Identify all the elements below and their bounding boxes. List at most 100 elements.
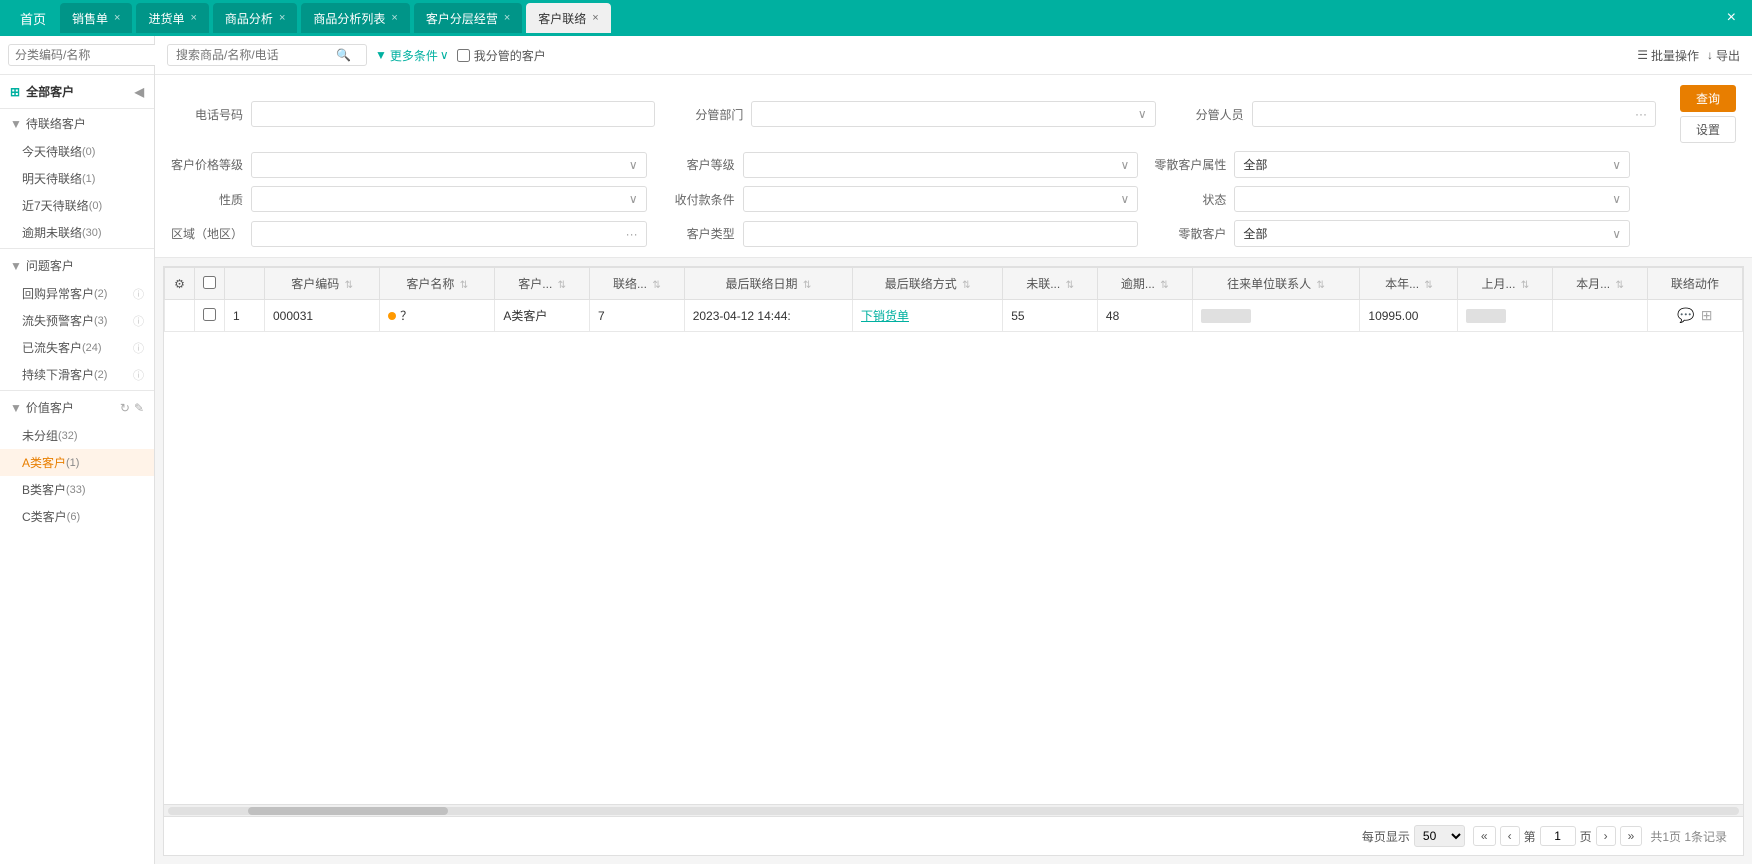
sidebar-item-repurchase-abnormal[interactable]: 回购异常客户 (2) ⓘ (0, 280, 154, 307)
last-page-button[interactable]: » (1620, 826, 1643, 846)
page-navigation: « ‹ 第 页 › » (1473, 826, 1642, 846)
row-checkbox-cell[interactable] (195, 300, 225, 332)
close-purchase-tab-icon[interactable]: × (190, 12, 196, 24)
scrollbar-thumb[interactable] (248, 807, 448, 815)
sidebar-item-churn-warning[interactable]: 流失预警客户 (3) ⓘ (0, 307, 154, 334)
column-this-month-header[interactable]: 本月... ⇅ (1553, 268, 1648, 300)
first-page-button[interactable]: « (1473, 826, 1496, 846)
export-icon: ↓ (1707, 48, 1713, 62)
sidebar-item-class-a[interactable]: A类客户 (1) (0, 449, 154, 476)
sidebar-item-7days[interactable]: 近7天待联络 (0) (0, 192, 154, 219)
close-sales-tab-icon[interactable]: × (114, 12, 120, 24)
nav-tab-sales[interactable]: 销售单 × (60, 3, 132, 33)
my-customer-checkbox[interactable] (457, 49, 470, 62)
batch-operation-button[interactable]: ☰ 批量操作 (1637, 47, 1699, 64)
price-level-input[interactable]: ∨ (251, 152, 647, 178)
nav-tab-customer-contact[interactable]: 客户联络 × (526, 3, 610, 33)
phone-input[interactable] (251, 101, 655, 127)
scrollbar-track[interactable] (168, 807, 1739, 815)
column-last-month-header[interactable]: 上月... ⇅ (1458, 268, 1553, 300)
retail-customer-input[interactable]: 全部∨ (1234, 220, 1630, 247)
main-search-box[interactable]: 🔍 (167, 44, 367, 66)
close-segmentation-tab-icon[interactable]: × (504, 12, 510, 24)
dept-input[interactable]: ∨ (751, 101, 1155, 127)
sidebar-item-tomorrow[interactable]: 明天待联络 (1) (0, 165, 154, 192)
payment-input[interactable]: ∨ (743, 186, 1139, 212)
retail-attr-input[interactable]: 全部∨ (1234, 151, 1630, 178)
manager-filter-field: 分管人员 ··· (1172, 101, 1656, 127)
row-checkbox[interactable] (203, 308, 216, 321)
horizontal-scrollbar[interactable] (164, 804, 1743, 816)
column-last-date-header[interactable]: 最后联络日期 ⇅ (684, 268, 852, 300)
payment-filter-field: 收付款条件 ∨ (663, 186, 1139, 212)
close-product-list-tab-icon[interactable]: × (391, 12, 397, 24)
row-last-date-cell: 2023-04-12 14:44: (684, 300, 852, 332)
sidebar-search-input[interactable] (8, 44, 177, 66)
column-overdue-header[interactable]: 逾期... ⇅ (1097, 268, 1192, 300)
sidebar-item-declining[interactable]: 持续下滑客户 (2) ⓘ (0, 361, 154, 388)
page-size-select-input[interactable]: 50 100 200 (1414, 825, 1465, 847)
sidebar-all-customers-header[interactable]: ⊞ 全部客户 ◀ (0, 75, 154, 109)
nav-tab-customer-segmentation[interactable]: 客户分层经营 × (414, 3, 522, 33)
manager-input[interactable]: ··· (1252, 101, 1656, 127)
collapse-sidebar-icon[interactable]: ◀ (135, 85, 144, 99)
retail-attr-label: 零散客户属性 (1154, 156, 1234, 173)
nav-tab-product-list[interactable]: 商品分析列表 × (301, 3, 409, 33)
page-number-input[interactable] (1540, 826, 1576, 846)
export-button[interactable]: ↓ 导出 (1707, 47, 1740, 64)
query-button[interactable]: 查询 (1680, 85, 1736, 112)
column-name-header[interactable]: 客户名称 ⇅ (380, 268, 495, 300)
my-customer-checkbox-area[interactable]: 我分管的客户 (457, 47, 546, 64)
column-code-header[interactable]: 客户编码 ⇅ (265, 268, 380, 300)
pending-contact-section-title[interactable]: ▼ 待联络客户 (0, 109, 154, 138)
column-settings-header[interactable]: ⚙ (165, 268, 195, 300)
problem-customer-section-title[interactable]: ▼ 问题客户 (0, 251, 154, 280)
sidebar-item-overdue[interactable]: 逾期未联络 (30) (0, 219, 154, 246)
no-contact-sort-icon: ⇅ (1066, 280, 1074, 291)
column-contact-header[interactable]: 联络... ⇅ (590, 268, 685, 300)
table-scroll-area[interactable]: ⚙ 客户编码 ⇅ 客户名称 ⇅ (164, 267, 1743, 804)
region-input[interactable]: ··· (251, 221, 647, 247)
sidebar-item-today[interactable]: 今天待联络 (0) (0, 138, 154, 165)
sidebar-item-churned[interactable]: 已流失客户 (24) ⓘ (0, 334, 154, 361)
column-checkbox-header[interactable] (195, 268, 225, 300)
more-filter-button[interactable]: ▼ 更多条件 ∨ (375, 47, 449, 64)
column-no-contact-header[interactable]: 未联... ⇅ (1003, 268, 1098, 300)
nav-tab-product-analysis[interactable]: 商品分析 × (213, 3, 297, 33)
edit-icon[interactable]: ✎ (134, 401, 144, 415)
main-search-icon[interactable]: 🔍 (336, 48, 351, 62)
last-method-link[interactable]: 下销货单 (861, 309, 909, 323)
column-last-method-header[interactable]: 最后联络方式 ⇅ (852, 268, 1002, 300)
qr-action-icon[interactable]: ⊞ (1701, 307, 1713, 324)
window-close-button[interactable]: × (1719, 9, 1744, 27)
next-page-button[interactable]: › (1596, 826, 1616, 846)
nature-input[interactable]: ∨ (251, 186, 647, 212)
nav-tab-purchase[interactable]: 进货单 × (136, 3, 208, 33)
retail-attr-filter-field: 零散客户属性 全部∨ (1154, 151, 1630, 178)
sidebar-item-unclassified[interactable]: 未分组 (32) (0, 422, 154, 449)
value-customer-section-title[interactable]: ▼ 价值客户 ↻ ✎ (0, 393, 154, 422)
customer-level-input[interactable]: ∨ (743, 152, 1139, 178)
nature-label: 性质 (171, 191, 251, 208)
status-input[interactable]: ∨ (1234, 186, 1630, 212)
retail-customer-label: 零散客户 (1154, 225, 1234, 242)
sidebar-item-class-b[interactable]: B类客户 (33) (0, 476, 154, 503)
close-contact-tab-icon[interactable]: × (592, 12, 598, 24)
nav-home[interactable]: 首页 (8, 0, 58, 36)
column-unit-contact-header[interactable]: 往来单位联系人 ⇅ (1192, 268, 1360, 300)
select-all-checkbox[interactable] (203, 276, 216, 289)
customer-type-input[interactable] (743, 221, 1139, 247)
column-category-header[interactable]: 客户... ⇅ (495, 268, 590, 300)
column-this-year-header[interactable]: 本年... ⇅ (1360, 268, 1458, 300)
price-level-filter-field: 客户价格等级 ∨ (171, 152, 647, 178)
row-action-cell[interactable]: 💬 ⊞ (1647, 300, 1742, 332)
settings-button[interactable]: 设置 (1680, 116, 1736, 143)
prev-page-button[interactable]: ‹ (1500, 826, 1520, 846)
sidebar-item-class-c[interactable]: C类客户 (6) (0, 503, 154, 530)
close-product-analysis-tab-icon[interactable]: × (279, 12, 285, 24)
refresh-icon[interactable]: ↻ (120, 401, 130, 415)
chat-action-icon[interactable]: 💬 (1677, 307, 1694, 324)
overdue-sort-icon: ⇅ (1160, 280, 1168, 291)
row-last-method-cell[interactable]: 下销货单 (852, 300, 1002, 332)
main-search-input[interactable] (176, 48, 336, 62)
